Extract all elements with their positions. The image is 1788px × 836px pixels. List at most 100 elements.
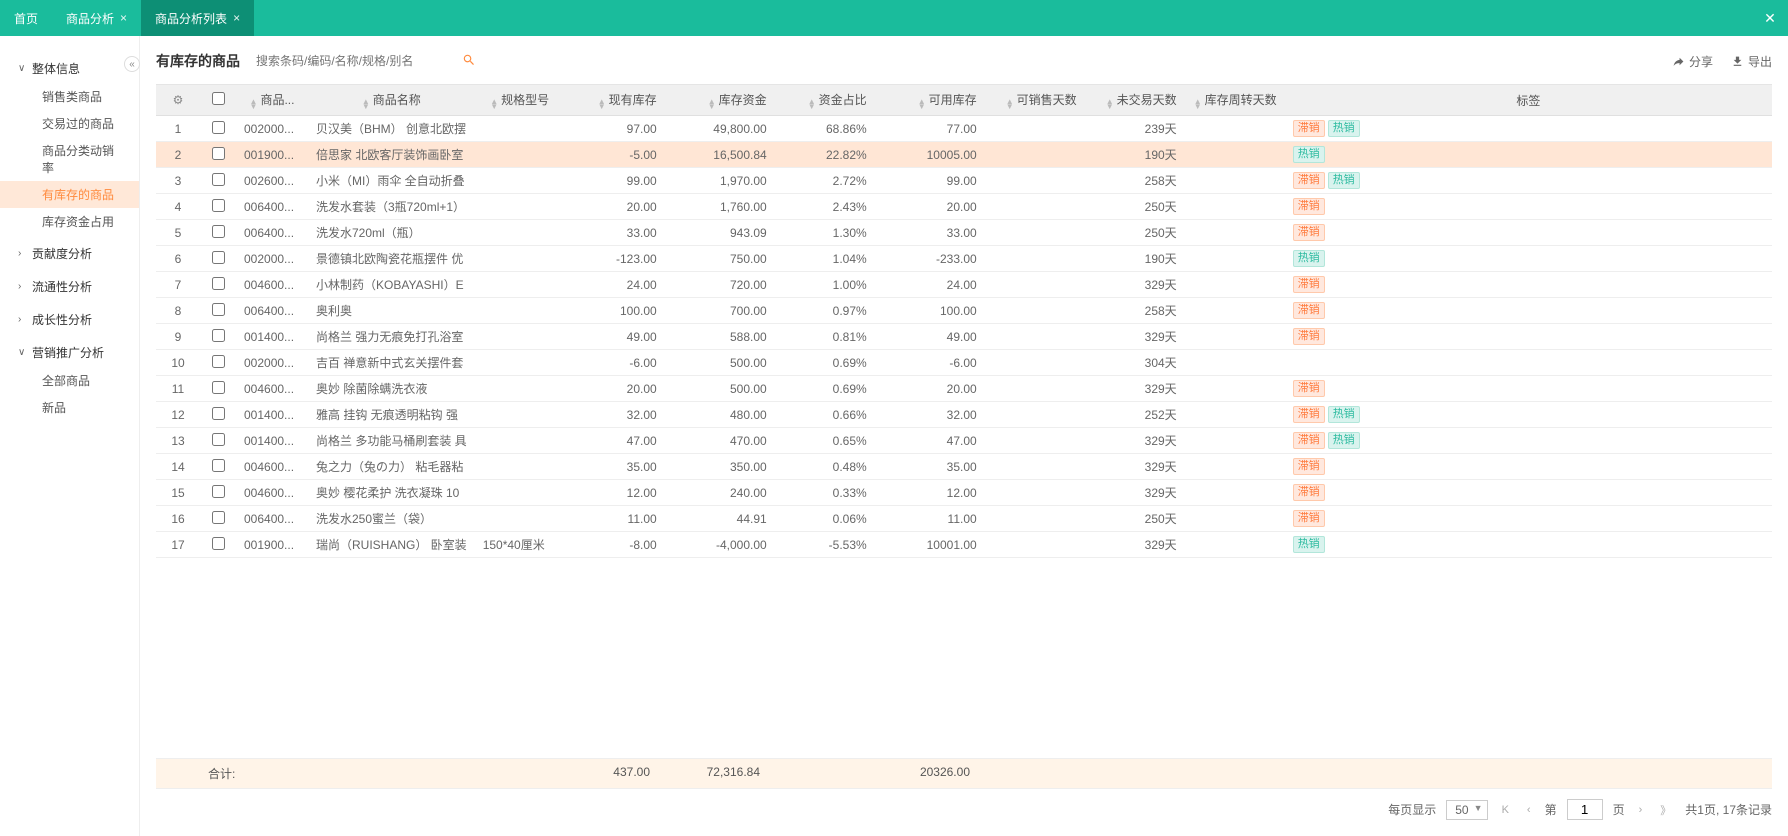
sidebar-item-新品[interactable]: 新品 [0, 394, 139, 421]
totals-label: 合计: [200, 765, 236, 782]
close-icon[interactable]: × [120, 11, 127, 25]
expand-icon: ∨ [18, 63, 26, 74]
tab-商品分析[interactable]: 商品分析× [52, 0, 141, 36]
row-checkbox[interactable] [212, 303, 225, 316]
sort-icon: ▲▼ [362, 99, 370, 109]
row-checkbox[interactable] [212, 251, 225, 264]
column-code[interactable]: ▲▼商品... [236, 85, 308, 116]
row-checkbox[interactable] [212, 407, 225, 420]
perpage-select[interactable]: 50 ▼ [1446, 800, 1487, 820]
table-row[interactable]: 8006400...奥利奥100.00700.000.97%100.00258天… [156, 298, 1772, 324]
page-last-button[interactable]: 》 [1656, 802, 1675, 818]
table-row[interactable]: 14004600...兔之力（兔の力） 粘毛器粘35.00350.000.48%… [156, 454, 1772, 480]
sidebar: « ∨整体信息销售类商品交易过的商品商品分类动销率有库存的商品库存资金占用 ›贡献… [0, 36, 140, 836]
sort-icon: ▲▼ [598, 99, 606, 109]
table-row[interactable]: 17001900...瑞尚（RUISHANG） 卧室装150*40厘米-8.00… [156, 532, 1772, 558]
row-checkbox[interactable] [212, 459, 225, 472]
table-row[interactable]: 15004600...奥妙 樱花柔护 洗衣凝珠 1012.00240.000.3… [156, 480, 1772, 506]
row-checkbox[interactable] [212, 121, 225, 134]
sidebar-group-成长性分析[interactable]: ›成长性分析 [0, 305, 139, 334]
sidebar-item-全部商品[interactable]: 全部商品 [0, 367, 139, 394]
sort-icon: ▲▼ [1106, 99, 1114, 109]
page-prev-button[interactable]: ‹ [1523, 804, 1535, 816]
table-row[interactable]: 3002600...小米（MI）雨伞 全自动折叠99.001,970.002.7… [156, 168, 1772, 194]
sidebar-group-流通性分析[interactable]: ›流通性分析 [0, 272, 139, 301]
tag-badge: 滞销 [1293, 120, 1325, 137]
column-spec[interactable]: ▲▼规格型号 [475, 85, 565, 116]
row-checkbox[interactable] [212, 147, 225, 160]
sidebar-item-库存资金占用[interactable]: 库存资金占用 [0, 208, 139, 235]
select-all-checkbox[interactable] [200, 85, 236, 116]
column-saledays[interactable]: ▲▼可销售天数 [985, 85, 1085, 116]
table-row[interactable]: 4006400...洗发水套装（3瓶720ml+1）20.001,760.002… [156, 194, 1772, 220]
page-input[interactable] [1567, 799, 1603, 820]
tag-badge: 滞销 [1293, 172, 1325, 189]
column-available[interactable]: ▲▼可用库存 [875, 85, 985, 116]
close-all-tabs-button[interactable]: ✕ [1752, 0, 1788, 36]
row-checkbox[interactable] [212, 199, 225, 212]
table-row[interactable]: 2001900...倍思家 北欧客厅装饰画卧室-5.0016,500.8422.… [156, 142, 1772, 168]
row-checkbox[interactable] [212, 329, 225, 342]
search-icon[interactable] [462, 53, 476, 70]
table-row[interactable]: 1002000...贝汉美（BHM） 创意北欧摆97.0049,800.0068… [156, 116, 1772, 142]
column-amount[interactable]: ▲▼库存资金 [665, 85, 775, 116]
export-icon [1731, 55, 1744, 68]
row-checkbox[interactable] [212, 173, 225, 186]
expand-icon: ∨ [18, 347, 26, 358]
row-checkbox[interactable] [212, 537, 225, 550]
sidebar-group-贡献度分析[interactable]: ›贡献度分析 [0, 239, 139, 268]
row-checkbox[interactable] [212, 511, 225, 524]
page-first-button[interactable]: K [1498, 804, 1513, 816]
table-row[interactable]: 16006400...洗发水250蜜兰（袋）11.0044.910.06%11.… [156, 506, 1772, 532]
row-checkbox[interactable] [212, 485, 225, 498]
sort-icon: ▲▼ [708, 99, 716, 109]
tag-badge: 滞销 [1293, 406, 1325, 423]
row-checkbox[interactable] [212, 277, 225, 290]
close-icon: ✕ [1764, 10, 1776, 27]
tag-badge: 滞销 [1293, 458, 1325, 475]
sidebar-item-商品分类动销率[interactable]: 商品分类动销率 [0, 137, 139, 181]
tag-badge: 滞销 [1293, 328, 1325, 345]
row-checkbox[interactable] [212, 433, 225, 446]
row-checkbox[interactable] [212, 355, 225, 368]
table-row[interactable]: 5006400...洗发水720ml（瓶）33.00943.091.30%33.… [156, 220, 1772, 246]
sidebar-item-销售类商品[interactable]: 销售类商品 [0, 83, 139, 110]
sidebar-group-营销推广分析[interactable]: ∨营销推广分析 [0, 338, 139, 367]
column-settings[interactable]: ⚙ [156, 85, 200, 116]
page-next-button[interactable]: › [1635, 804, 1647, 816]
tag-badge: 热销 [1293, 250, 1325, 267]
close-icon[interactable]: × [233, 11, 240, 25]
table-row[interactable]: 9001400...尚格兰 强力无痕免打孔浴室49.00588.000.81%4… [156, 324, 1772, 350]
table-totals-row: 合计: 437.00 72,316.84 20326.00 [156, 758, 1772, 789]
sidebar-group-整体信息[interactable]: ∨整体信息 [0, 54, 139, 83]
column-notradedays[interactable]: ▲▼未交易天数 [1085, 85, 1185, 116]
column-stock[interactable]: ▲▼现有库存 [565, 85, 665, 116]
table-row[interactable]: 13001400...尚格兰 多功能马桶刷套装 具47.00470.000.65… [156, 428, 1772, 454]
row-checkbox[interactable] [212, 381, 225, 394]
tag-badge: 滞销 [1293, 484, 1325, 501]
share-button[interactable]: 分享 [1672, 53, 1713, 70]
column-turndays[interactable]: ▲▼库存周转天数 [1185, 85, 1285, 116]
totals-stock: 437.00 [558, 765, 658, 782]
table-row[interactable]: 7004600...小林制药（KOBAYASHI）E24.00720.001.0… [156, 272, 1772, 298]
expand-icon: › [18, 281, 26, 292]
table-row[interactable]: 11004600...奥妙 除菌除螨洗衣液20.00500.000.69%20.… [156, 376, 1772, 402]
column-ratio[interactable]: ▲▼资金占比 [775, 85, 875, 116]
row-index: 3 [156, 168, 200, 194]
sort-icon: ▲▼ [250, 99, 258, 109]
sidebar-collapse-button[interactable]: « [124, 56, 140, 72]
tab-首页[interactable]: 首页 [0, 0, 52, 36]
search-input[interactable] [254, 50, 454, 72]
column-name[interactable]: ▲▼商品名称 [308, 85, 475, 116]
tab-商品分析列表[interactable]: 商品分析列表× [141, 0, 254, 36]
table-row[interactable]: 12001400...雅高 挂钩 无痕透明粘钩 强32.00480.000.66… [156, 402, 1772, 428]
tag-badge: 滞销 [1293, 302, 1325, 319]
sidebar-item-有库存的商品[interactable]: 有库存的商品 [0, 181, 139, 208]
export-button[interactable]: 导出 [1731, 53, 1772, 70]
sidebar-item-交易过的商品[interactable]: 交易过的商品 [0, 110, 139, 137]
data-table: ⚙ ▲▼商品... ▲▼商品名称 ▲▼规格型号 ▲▼现有库存 ▲▼库存资金 ▲▼… [156, 84, 1772, 758]
table-row[interactable]: 6002000...景德镇北欧陶瓷花瓶摆件 优-123.00750.001.04… [156, 246, 1772, 272]
tag-badge: 滞销 [1293, 510, 1325, 527]
table-row[interactable]: 10002000...吉百 禅意新中式玄关摆件套-6.00500.000.69%… [156, 350, 1772, 376]
row-checkbox[interactable] [212, 225, 225, 238]
